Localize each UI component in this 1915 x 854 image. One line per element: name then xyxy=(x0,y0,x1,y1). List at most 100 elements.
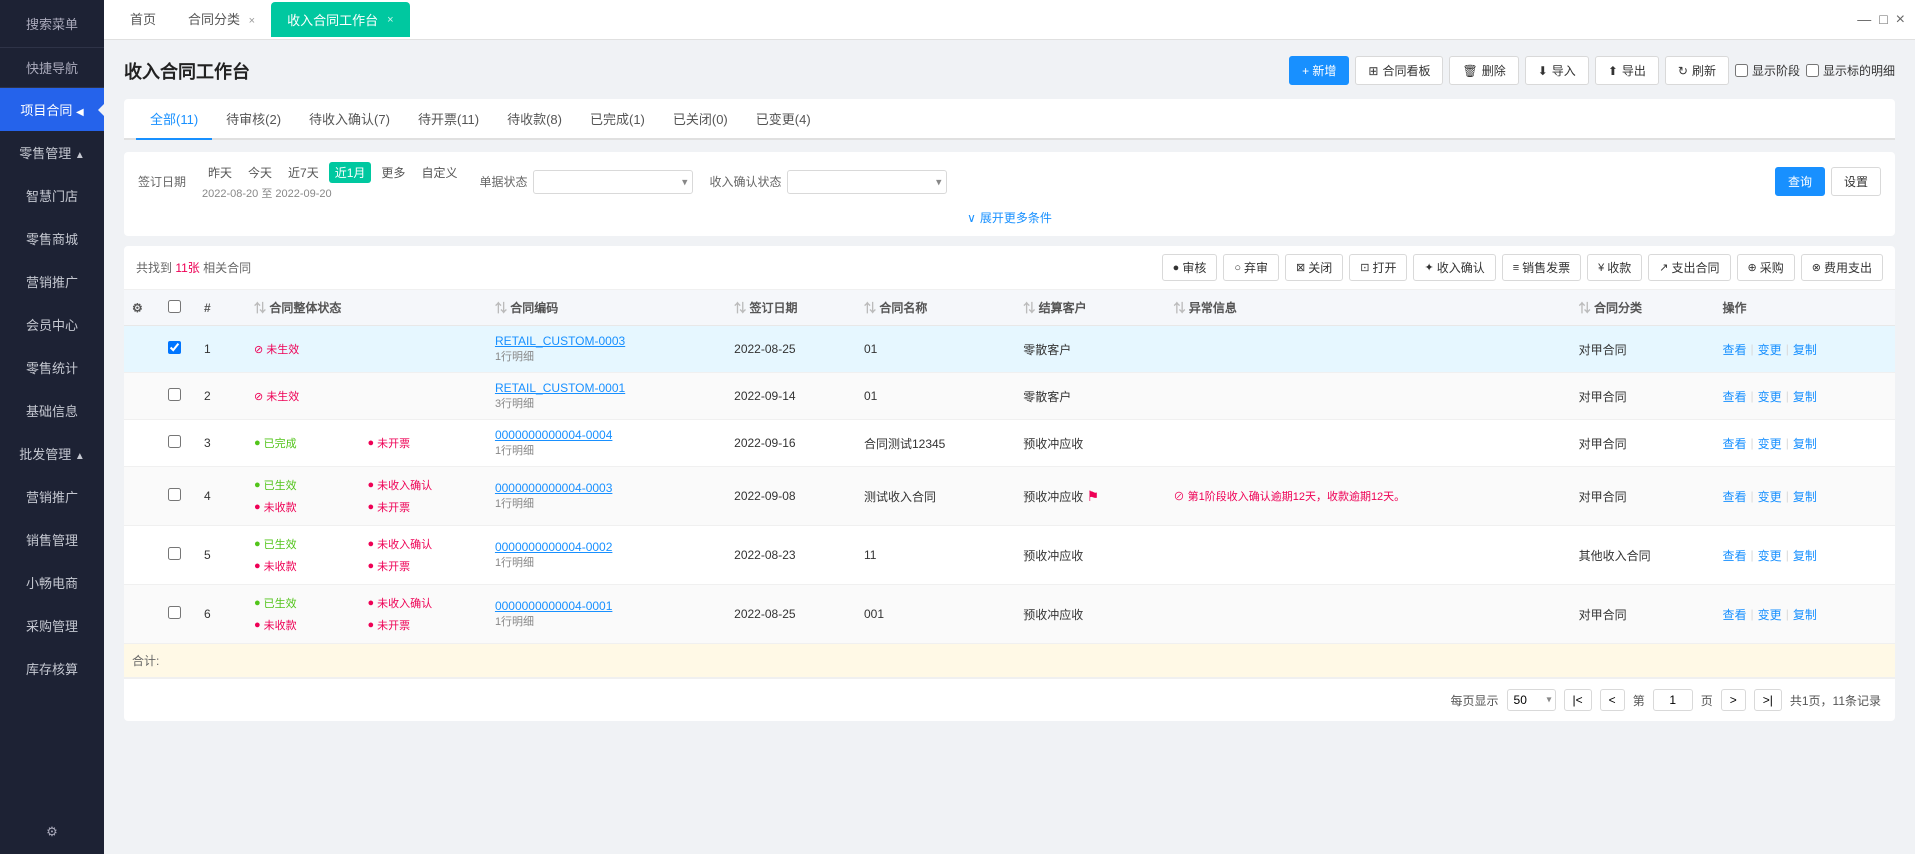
action-open[interactable]: ⊡ 打开 xyxy=(1349,254,1407,281)
action-link-变更[interactable]: 变更 xyxy=(1758,606,1782,623)
show-stages-checkbox-label[interactable]: 显示阶段 xyxy=(1735,62,1800,79)
sidebar-item-wholesale[interactable]: 批发管理 ▲ xyxy=(0,432,104,475)
per-page-select[interactable]: 10 20 50 100 xyxy=(1507,689,1556,711)
last-page-btn[interactable]: >| xyxy=(1754,689,1782,711)
filter-date-yesterday[interactable]: 昨天 xyxy=(202,162,238,183)
sidebar-item-ecommerce[interactable]: 零售商城 xyxy=(0,217,104,260)
action-link-复制[interactable]: 复制 xyxy=(1793,488,1817,505)
filter-date-more[interactable]: 更多 xyxy=(375,162,411,183)
page-number-input[interactable] xyxy=(1653,689,1693,711)
sidebar-item-mkt2[interactable]: 营销推广 xyxy=(0,475,104,518)
maximize-icon[interactable]: □ xyxy=(1879,11,1887,29)
action-link-变更[interactable]: 变更 xyxy=(1758,488,1782,505)
tab-home[interactable]: 首页 xyxy=(114,1,172,38)
filter-doc-status-select[interactable] xyxy=(533,170,693,194)
sidebar-item-project[interactable]: 项目合同 ◀ xyxy=(0,88,104,131)
prev-page-btn[interactable]: < xyxy=(1600,689,1625,711)
sidebar-item-member[interactable]: 会员中心 xyxy=(0,303,104,346)
action-link-复制[interactable]: 复制 xyxy=(1793,435,1817,452)
contract-code-link[interactable]: 0000000000004-0004 xyxy=(495,428,612,442)
action-expense[interactable]: ⊗ 费用支出 xyxy=(1801,254,1883,281)
sub-tab-all[interactable]: 全部(11) xyxy=(136,99,212,140)
action-receipt[interactable]: ¥ 收款 xyxy=(1587,254,1642,281)
action-link-查看[interactable]: 查看 xyxy=(1723,488,1747,505)
action-link-查看[interactable]: 查看 xyxy=(1723,606,1747,623)
sidebar-item-purchase[interactable]: 采购管理 xyxy=(0,604,104,647)
filter-date-today[interactable]: 今天 xyxy=(242,162,278,183)
sub-tab-pending-invoice[interactable]: 待开票(11) xyxy=(404,99,493,140)
col-setting[interactable]: ⚙ xyxy=(124,290,160,326)
show-details-checkbox[interactable] xyxy=(1806,64,1819,77)
close-tab-income-workbench[interactable]: × xyxy=(387,14,393,26)
sidebar-search[interactable]: 搜索菜单 xyxy=(0,0,104,48)
sub-tab-changed[interactable]: 已变更(4) xyxy=(742,99,825,140)
sidebar-item-sales[interactable]: 销售管理 xyxy=(0,518,104,561)
action-link-复制[interactable]: 复制 xyxy=(1793,547,1817,564)
sub-tab-pending-review[interactable]: 待审核(2) xyxy=(212,99,295,140)
row-checkbox[interactable] xyxy=(168,606,181,619)
settings-button[interactable]: 设置 xyxy=(1831,167,1881,196)
row-checkbox[interactable] xyxy=(168,388,181,401)
row-checkbox[interactable] xyxy=(168,547,181,560)
panel-button[interactable]: ⊞ 合同看板 xyxy=(1355,56,1443,85)
sub-tab-closed[interactable]: 已关闭(0) xyxy=(659,99,742,140)
first-page-btn[interactable]: |< xyxy=(1564,689,1592,711)
action-link-查看[interactable]: 查看 xyxy=(1723,388,1747,405)
import-button[interactable]: ⬇ 导入 xyxy=(1525,56,1589,85)
contract-code-link[interactable]: RETAIL_CUSTOM-0003 xyxy=(495,334,625,348)
delete-button[interactable]: 🗑 删除 xyxy=(1449,56,1518,85)
show-details-checkbox-label[interactable]: 显示标的明细 xyxy=(1806,62,1895,79)
contract-code-link[interactable]: 0000000000004-0001 xyxy=(495,599,612,613)
query-button[interactable]: 查询 xyxy=(1775,167,1825,196)
sidebar-item-baseinfo[interactable]: 基础信息 xyxy=(0,389,104,432)
action-income-confirm[interactable]: ✦ 收入确认 xyxy=(1413,254,1495,281)
row-checkbox[interactable] xyxy=(168,435,181,448)
sidebar-item-xiaowei[interactable]: 小畅电商 xyxy=(0,561,104,604)
sidebar-settings-icon[interactable]: ⚙ xyxy=(0,810,104,854)
add-button[interactable]: + 新增 xyxy=(1289,56,1349,85)
action-purchase[interactable]: ⊕ 采购 xyxy=(1737,254,1795,281)
sidebar-item-marketing[interactable]: 营销推广 xyxy=(0,260,104,303)
action-abandon[interactable]: ○ 弃审 xyxy=(1223,254,1279,281)
tab-income-workbench[interactable]: 收入合同工作台 × xyxy=(271,2,409,37)
action-link-变更[interactable]: 变更 xyxy=(1758,341,1782,358)
action-invoice[interactable]: ≡ 销售发票 xyxy=(1502,254,1581,281)
close-tab-contract-type[interactable]: × xyxy=(249,15,255,27)
sidebar-quicknav[interactable]: 快捷导航 xyxy=(0,48,104,88)
close-icon[interactable]: × xyxy=(1896,11,1905,29)
action-link-复制[interactable]: 复制 xyxy=(1793,341,1817,358)
action-link-查看[interactable]: 查看 xyxy=(1723,341,1747,358)
action-out-contract[interactable]: ↗ 支出合同 xyxy=(1648,254,1730,281)
action-review[interactable]: ● 审核 xyxy=(1162,254,1218,281)
action-link-查看[interactable]: 查看 xyxy=(1723,547,1747,564)
sub-tab-pending-receipt[interactable]: 待收款(8) xyxy=(493,99,576,140)
select-all-checkbox[interactable] xyxy=(168,300,181,313)
action-link-变更[interactable]: 变更 xyxy=(1758,388,1782,405)
export-button[interactable]: ⬆ 导出 xyxy=(1595,56,1659,85)
sidebar-item-retail[interactable]: 零售管理 ▲ xyxy=(0,131,104,174)
sub-tab-completed[interactable]: 已完成(1) xyxy=(576,99,659,140)
minimize-icon[interactable]: — xyxy=(1857,11,1871,29)
action-link-复制[interactable]: 复制 xyxy=(1793,388,1817,405)
action-link-变更[interactable]: 变更 xyxy=(1758,435,1782,452)
filter-date-last7[interactable]: 近7天 xyxy=(282,162,325,183)
sidebar-item-smartstore[interactable]: 智慧门店 xyxy=(0,174,104,217)
action-close[interactable]: ⊠ 关闭 xyxy=(1285,254,1343,281)
action-link-复制[interactable]: 复制 xyxy=(1793,606,1817,623)
contract-code-link[interactable]: RETAIL_CUSTOM-0001 xyxy=(495,381,625,395)
show-stages-checkbox[interactable] xyxy=(1735,64,1748,77)
next-page-btn[interactable]: > xyxy=(1721,689,1746,711)
sidebar-item-stats[interactable]: 零售统计 xyxy=(0,346,104,389)
sidebar-item-stock[interactable]: 库存核算 xyxy=(0,647,104,690)
contract-code-link[interactable]: 0000000000004-0003 xyxy=(495,481,612,495)
tab-contract-type[interactable]: 合同分类 × xyxy=(172,1,271,38)
refresh-button[interactable]: ↻ 刷新 xyxy=(1665,56,1729,85)
row-checkbox[interactable] xyxy=(168,341,181,354)
action-link-变更[interactable]: 变更 xyxy=(1758,547,1782,564)
expand-more-btn[interactable]: ∨ 展开更多条件 xyxy=(967,209,1052,226)
action-link-查看[interactable]: 查看 xyxy=(1723,435,1747,452)
filter-date-last1m[interactable]: 近1月 xyxy=(329,162,372,183)
contract-code-link[interactable]: 0000000000004-0002 xyxy=(495,540,612,554)
row-checkbox[interactable] xyxy=(168,488,181,501)
filter-date-custom[interactable]: 自定义 xyxy=(415,162,463,183)
